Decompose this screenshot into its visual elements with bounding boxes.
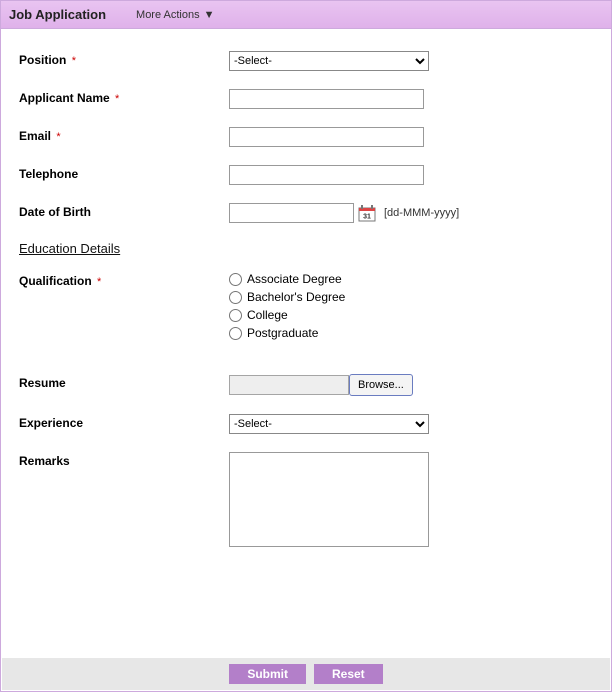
label-experience: Experience bbox=[19, 414, 229, 430]
email-input[interactable] bbox=[229, 127, 424, 147]
qualification-radio[interactable] bbox=[229, 309, 242, 322]
form-body: Position * -Select- Applicant Name * Ema… bbox=[1, 29, 611, 578]
required-marker: * bbox=[56, 131, 60, 143]
label-qualification: Qualification * bbox=[19, 272, 229, 288]
more-actions-label: More Actions bbox=[136, 9, 200, 21]
calendar-icon[interactable]: 31 bbox=[358, 204, 376, 222]
browse-button[interactable]: Browse... bbox=[349, 374, 413, 396]
resume-file-display bbox=[229, 375, 349, 395]
remarks-textarea[interactable] bbox=[229, 452, 429, 547]
dob-input[interactable] bbox=[229, 203, 354, 223]
qualification-option[interactable]: College bbox=[229, 308, 593, 322]
qualification-option[interactable]: Postgraduate bbox=[229, 326, 593, 340]
svg-text:31: 31 bbox=[363, 214, 371, 221]
chevron-down-icon: ▼ bbox=[204, 9, 215, 21]
row-email: Email * bbox=[19, 127, 593, 147]
row-resume: Resume Browse... bbox=[19, 374, 593, 396]
required-marker: * bbox=[72, 55, 76, 67]
label-position: Position * bbox=[19, 51, 229, 67]
qualification-radiogroup: Associate Degree Bachelor's Degree Colle… bbox=[229, 272, 593, 344]
more-actions-dropdown[interactable]: More Actions ▼ bbox=[136, 9, 214, 21]
app-window: Job Application More Actions ▼ Position … bbox=[0, 0, 612, 692]
row-applicant-name: Applicant Name * bbox=[19, 89, 593, 109]
position-select[interactable]: -Select- bbox=[229, 51, 429, 71]
dob-format-hint: [dd-MMM-yyyy] bbox=[384, 207, 459, 219]
label-email: Email * bbox=[19, 127, 229, 143]
qualification-option[interactable]: Bachelor's Degree bbox=[229, 290, 593, 304]
experience-select[interactable]: -Select- bbox=[229, 414, 429, 434]
row-telephone: Telephone bbox=[19, 165, 593, 185]
label-telephone: Telephone bbox=[19, 165, 229, 181]
footer-bar: Submit Reset bbox=[2, 658, 610, 690]
reset-button[interactable]: Reset bbox=[314, 664, 383, 684]
required-marker: * bbox=[115, 93, 119, 105]
row-qualification: Qualification * Associate Degree Bachelo… bbox=[19, 272, 593, 344]
section-education-details: Education Details bbox=[19, 241, 593, 256]
label-dob: Date of Birth bbox=[19, 203, 229, 219]
qualification-option[interactable]: Associate Degree bbox=[229, 272, 593, 286]
qualification-radio[interactable] bbox=[229, 273, 242, 286]
label-remarks: Remarks bbox=[19, 452, 229, 468]
qualification-radio[interactable] bbox=[229, 291, 242, 304]
qualification-radio[interactable] bbox=[229, 327, 242, 340]
row-position: Position * -Select- bbox=[19, 51, 593, 71]
header-bar: Job Application More Actions ▼ bbox=[1, 1, 611, 29]
required-marker: * bbox=[97, 276, 101, 288]
telephone-input[interactable] bbox=[229, 165, 424, 185]
label-applicant-name: Applicant Name * bbox=[19, 89, 229, 105]
label-resume: Resume bbox=[19, 374, 229, 390]
row-remarks: Remarks bbox=[19, 452, 593, 550]
page-title: Job Application bbox=[9, 7, 106, 22]
submit-button[interactable]: Submit bbox=[229, 664, 306, 684]
applicant-name-input[interactable] bbox=[229, 89, 424, 109]
row-dob: Date of Birth 31 [dd-MMM-yyyy] bbox=[19, 203, 593, 223]
row-experience: Experience -Select- bbox=[19, 414, 593, 434]
